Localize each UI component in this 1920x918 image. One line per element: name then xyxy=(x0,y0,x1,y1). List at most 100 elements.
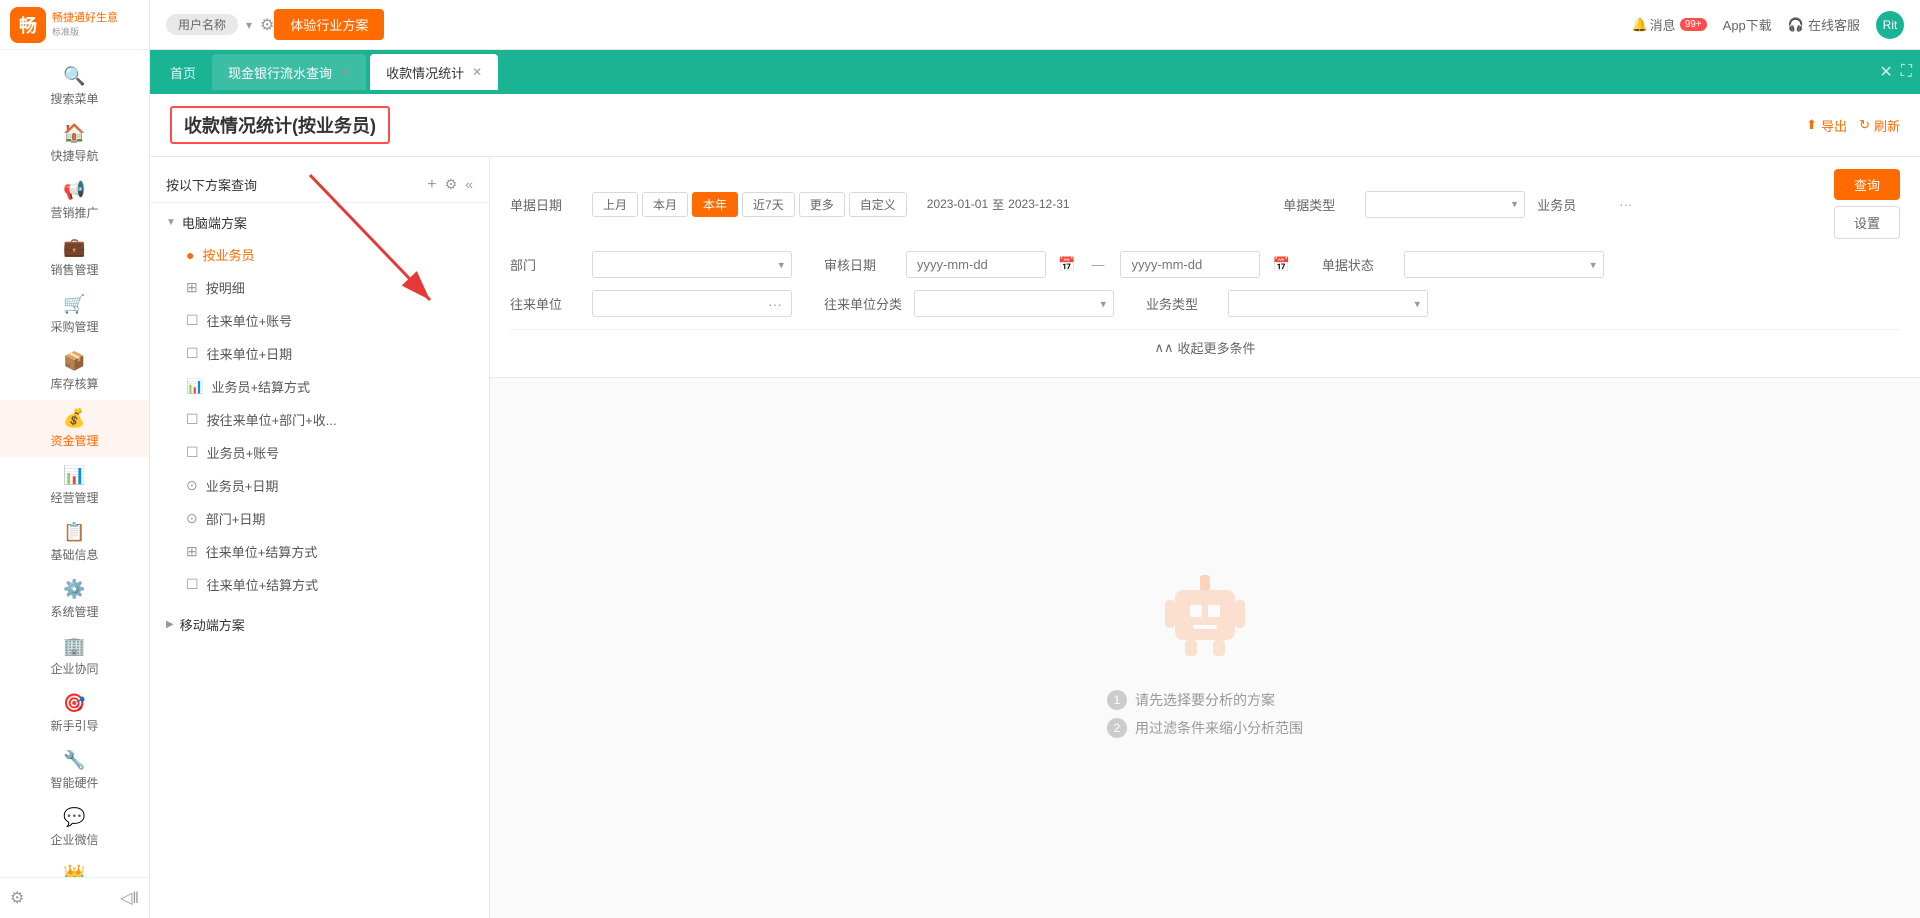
scheme-item-label: 按业务员 xyxy=(202,245,254,264)
collapse-sidebar-btn[interactable]: ◁‖ xyxy=(120,888,139,908)
close-tab-btn[interactable]: ✕ xyxy=(1879,62,1892,82)
desktop-group-header[interactable]: ▼ 电脑端方案 xyxy=(150,207,489,238)
date-tab-7days[interactable]: 近7天 xyxy=(742,192,795,217)
dept-select[interactable] xyxy=(592,251,792,278)
date-tab-thismonth[interactable]: 本月 xyxy=(642,192,688,217)
scheme-settings-btn[interactable]: ⚙ xyxy=(445,176,458,194)
type-select[interactable] xyxy=(1365,191,1525,218)
scheme-item-salesperson-method[interactable]: 📊 业务员+结算方式 xyxy=(150,370,489,403)
partner-category-select[interactable] xyxy=(914,290,1114,317)
scheme-item-dept-date[interactable]: ⊙ 部门+日期 xyxy=(150,502,489,535)
tab-collection-stats[interactable]: 收款情况统计 ✕ xyxy=(370,54,498,90)
sidebar-item-search[interactable]: 🔍 搜索菜单 xyxy=(0,58,149,115)
sidebar-item-marketing[interactable]: 📢 营销推广 xyxy=(0,172,149,229)
online-service-btn[interactable]: 🎧 在线客服 xyxy=(1788,15,1860,34)
scheme-sa-icon: ☐ xyxy=(186,444,199,461)
scheme-item-partner-method1[interactable]: ⊞ 往来单位+结算方式 xyxy=(150,535,489,568)
app-logo: 畅 畅捷通好生意 标准版 xyxy=(0,0,149,50)
audit-date-start[interactable] xyxy=(906,251,1046,278)
scheme-pa-icon: ☐ xyxy=(186,312,199,329)
desktop-group-label: 电脑端方案 xyxy=(182,213,247,232)
trial-btn[interactable]: 体验行业方案 xyxy=(274,9,384,40)
sidebar-item-finance[interactable]: 💰 资金管理 xyxy=(0,400,149,457)
fullscreen-btn[interactable]: ⛶ xyxy=(1901,63,1912,81)
scheme-item-partner-account[interactable]: ☐ 往来单位+账号 xyxy=(150,304,489,337)
scheme-dd-icon: ⊙ xyxy=(186,510,198,527)
notifications-badge: 99+ xyxy=(1680,18,1707,31)
refresh-btn[interactable]: ↻ 刷新 xyxy=(1859,116,1900,135)
collapse-panel-btn[interactable]: « xyxy=(465,176,473,194)
date-tab-more[interactable]: 更多 xyxy=(799,192,845,217)
app-download-btn[interactable]: App下载 xyxy=(1723,15,1772,34)
sidebar-item-inventory[interactable]: 📦 库存核算 xyxy=(0,343,149,400)
group-expand-arrow: ▼ xyxy=(166,217,176,228)
calendar-start-icon[interactable]: 📅 xyxy=(1058,256,1075,273)
export-btn[interactable]: ⬆ 导出 xyxy=(1806,116,1847,135)
partner-dots-btn[interactable]: ··· xyxy=(764,296,786,312)
biz-type-wrapper xyxy=(1228,290,1428,317)
salesperson-dots[interactable]: ··· xyxy=(1619,197,1632,212)
query-btn[interactable]: 查询 xyxy=(1834,169,1900,200)
partner-input-wrapper: ··· xyxy=(592,290,792,317)
salesperson-label: 业务员 xyxy=(1537,195,1607,214)
page-header: 收款情况统计(按业务员) ⬆ 导出 ↻ 刷新 xyxy=(150,94,1920,157)
header-breadcrumb: 用户名称 ▾ ⚙ xyxy=(166,14,274,35)
collapse-bar[interactable]: ∧∧ 收起更多条件 xyxy=(510,329,1900,365)
audit-date-end[interactable] xyxy=(1120,251,1260,278)
scheme-item-by-detail[interactable]: ⊞ 按明细 xyxy=(150,271,489,304)
filter-row-dept: 部门 审核日期 📅 — 📅 单据状态 xyxy=(510,251,1900,278)
scheme-item-partner-dept[interactable]: ☐ 按往来单位+部门+收... xyxy=(150,403,489,436)
sidebar-item-quicknav[interactable]: 🏠 快捷导航 xyxy=(0,115,149,172)
tab-close-collection-stats[interactable]: ✕ xyxy=(472,65,482,79)
sidebar-item-smarthw[interactable]: 🔧 智能硬件 xyxy=(0,742,149,799)
date-tab-lastmonth[interactable]: 上月 xyxy=(592,192,638,217)
hint-text-1: 请先选择要分析的方案 xyxy=(1135,690,1275,710)
sidebar-item-enterprise[interactable]: 🏢 企业协同 xyxy=(0,628,149,685)
voucher-status-select[interactable] xyxy=(1404,251,1604,278)
sidebar-item-sales[interactable]: 💼 销售管理 xyxy=(0,229,149,286)
sidebar-item-purchase[interactable]: 🛒 采购管理 xyxy=(0,286,149,343)
tab-home[interactable]: 首页 xyxy=(158,54,208,90)
user-info-label: 用户名称 xyxy=(166,14,238,35)
scheme-pm2-icon: ☐ xyxy=(186,576,199,593)
scheme-item-partner-date[interactable]: ☐ 往来单位+日期 xyxy=(150,337,489,370)
settings-btn[interactable]: 设置 xyxy=(1834,206,1900,239)
calendar-end-icon[interactable]: 📅 xyxy=(1272,256,1289,273)
page-title: 收款情况统计(按业务员) xyxy=(170,106,390,144)
sidebar-item-system[interactable]: ⚙️ 系统管理 xyxy=(0,571,149,628)
scheme-item-partner-method2[interactable]: ☐ 往来单位+结算方式 xyxy=(150,568,489,601)
settings-footer-btn[interactable]: ⚙ xyxy=(10,888,24,908)
sidebar-item-wechat[interactable]: 💬 企业微信 xyxy=(0,799,149,856)
query-btns: 查询 设置 xyxy=(1834,169,1900,239)
notifications-area[interactable]: 🔔 消息 99+ xyxy=(1631,15,1706,34)
user-avatar[interactable]: Rit xyxy=(1876,11,1904,39)
audit-date-label: 审核日期 xyxy=(824,255,894,274)
enterprise-icon: 🏢 xyxy=(63,636,85,657)
date-range-display: 2023-01-01 至 2023-12-31 xyxy=(927,196,1070,213)
logo-badge: 标准版 xyxy=(52,25,118,38)
sidebar-item-basicinfo[interactable]: 📋 基础信息 xyxy=(0,514,149,571)
mobile-group-header[interactable]: ▶ 移动端方案 xyxy=(150,609,489,640)
scheme-item-salesperson-account[interactable]: ☐ 业务员+账号 xyxy=(150,436,489,469)
sidebar-item-operations[interactable]: 📊 经营管理 xyxy=(0,457,149,514)
scheme-item-by-salesperson[interactable]: ● 按业务员 xyxy=(150,238,489,271)
scheme-item-label: 业务员+结算方式 xyxy=(211,377,310,396)
hint-num-2: 2 xyxy=(1107,718,1127,738)
group-expand-arrow: ▶ xyxy=(166,619,174,630)
tab-bank-flow[interactable]: 现金银行流水查询 ✕ xyxy=(212,54,366,90)
sidebar-item-label: 企业协同 xyxy=(50,660,98,677)
add-scheme-btn[interactable]: + xyxy=(427,176,436,194)
sidebar-item-member[interactable]: 👑 畅会员 xyxy=(0,856,149,877)
date-tab-thisyear[interactable]: 本年 xyxy=(692,192,738,217)
header-gear-icon[interactable]: ⚙ xyxy=(260,15,274,35)
tab-close-bank-flow[interactable]: ✕ xyxy=(340,65,350,79)
partner-input[interactable] xyxy=(592,290,792,317)
date-tab-custom[interactable]: 自定义 xyxy=(849,192,907,217)
scheme-item-salesperson-date[interactable]: ⊙ 业务员+日期 xyxy=(150,469,489,502)
left-panel-actions: + ⚙ « xyxy=(427,176,473,194)
breadcrumb-chevron-icon[interactable]: ▾ xyxy=(246,18,252,32)
biz-type-select[interactable] xyxy=(1228,290,1428,317)
refresh-icon: ↻ xyxy=(1859,117,1870,133)
sidebar-item-guide[interactable]: 🎯 新手引导 xyxy=(0,685,149,742)
sidebar-item-label: 企业微信 xyxy=(50,831,98,848)
